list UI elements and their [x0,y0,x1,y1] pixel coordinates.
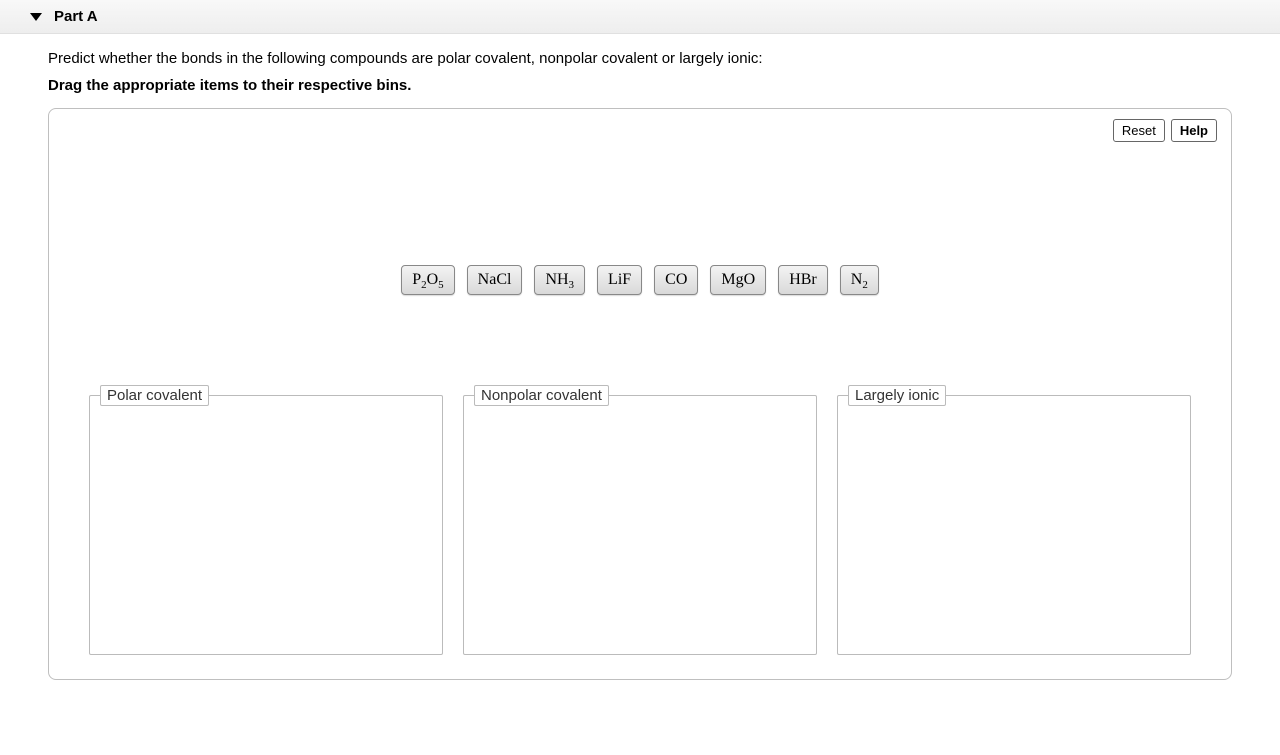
bin-nonpolar[interactable]: Nonpolar covalent [463,395,817,655]
draggable-item-nacl[interactable]: NaCl [467,265,523,295]
draggable-item-mgo[interactable]: MgO [710,265,766,295]
draggable-item-co[interactable]: CO [654,265,698,295]
drag-panel: Reset Help P2O5 NaCl NH3 LiF CO MgO HBr N2 Pola… [48,108,1232,680]
bin-ionic[interactable]: Largely ionic [837,395,1191,655]
reset-button[interactable]: Reset [1113,119,1165,142]
bins-row: Polar covalentNonpolar covalentLargely i… [89,395,1191,655]
draggable-item-lif[interactable]: LiF [597,265,642,295]
part-header[interactable]: Part A [0,0,1280,34]
panel-buttons: Reset Help [1113,119,1217,142]
drag-instruction: Drag the appropriate items to their resp… [48,77,1232,94]
draggable-item-hbr[interactable]: HBr [778,265,828,295]
part-title: Part A [54,8,98,25]
bin-label-ionic: Largely ionic [848,385,946,406]
question-prompt: Predict whether the bonds in the followi… [48,50,1232,67]
help-button[interactable]: Help [1171,119,1217,142]
bin-label-nonpolar: Nonpolar covalent [474,385,609,406]
draggable-item-n2[interactable]: N2 [840,265,879,295]
content-area: Predict whether the bonds in the followi… [0,34,1280,680]
collapse-icon [30,13,42,21]
bin-polar[interactable]: Polar covalent [89,395,443,655]
bin-label-polar: Polar covalent [100,385,209,406]
draggable-item-p2o5[interactable]: P2O5 [401,265,454,295]
draggable-items-row: P2O5 NaCl NH3 LiF CO MgO HBr N2 [89,265,1191,295]
draggable-item-nh3[interactable]: NH3 [534,265,585,295]
